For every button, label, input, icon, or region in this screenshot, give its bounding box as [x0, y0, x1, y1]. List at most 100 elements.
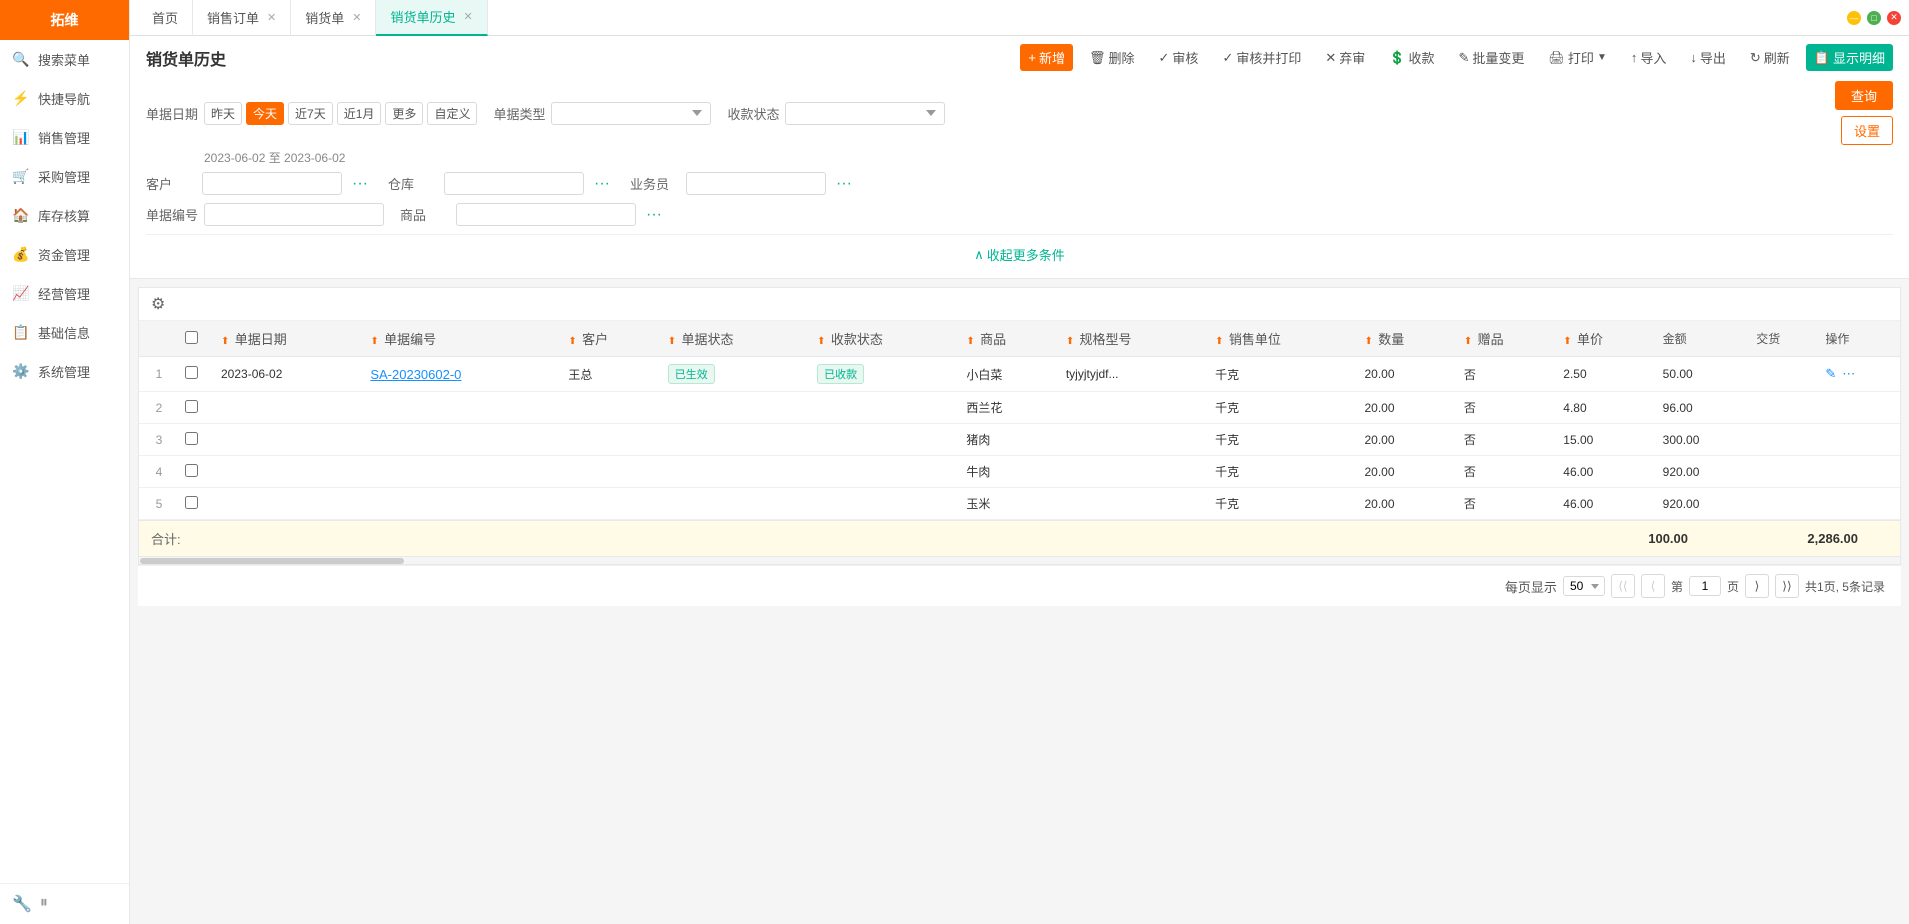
window-minimize-btn[interactable]: —	[1847, 11, 1861, 25]
tab-sales-order-close[interactable]: ✕	[267, 11, 276, 24]
window-controls: — □ ✕	[1847, 11, 1901, 25]
col-spec[interactable]: ⬆ 规格型号	[1060, 321, 1209, 357]
row-1-doc-num[interactable]: SA-20230602-0	[364, 357, 562, 392]
query-button[interactable]: 查询	[1835, 81, 1893, 110]
col-pay-status[interactable]: ⬆ 收款状态	[811, 321, 960, 357]
filter-pay-status-group: 收款状态	[727, 102, 945, 125]
col-doc-status[interactable]: ⬆ 单据状态	[662, 321, 811, 357]
sidebar-item-finance-mgmt-label: 资金管理	[38, 245, 90, 264]
salesperson-ellipsis-btn[interactable]: ···	[832, 175, 856, 193]
goods-input[interactable]	[456, 203, 636, 226]
window-maximize-btn[interactable]: □	[1867, 11, 1881, 25]
goods-ellipsis-btn[interactable]: ···	[642, 206, 666, 224]
row-checkbox-3[interactable]	[179, 424, 215, 456]
col-checkbox-header[interactable]	[179, 321, 215, 357]
col-customer[interactable]: ⬆ 客户	[562, 321, 661, 357]
page-size-select[interactable]: 50	[1563, 576, 1605, 596]
sidebar-item-sales-mgmt[interactable]: 📊 销售管理	[0, 118, 129, 157]
col-unit-price[interactable]: ⬆ 单价	[1557, 321, 1656, 357]
scrollbar-thumb[interactable]	[140, 558, 404, 564]
set-button[interactable]: 设置	[1841, 116, 1893, 145]
sidebar-item-basic-info[interactable]: 📋 基础信息	[0, 313, 129, 352]
row-checkbox-4[interactable]	[179, 456, 215, 488]
doc-type-select[interactable]	[551, 102, 711, 125]
salesperson-input[interactable]	[686, 172, 826, 195]
warehouse-input[interactable]	[444, 172, 584, 195]
col-doc-date[interactable]: ⬆ 单据日期	[215, 321, 364, 357]
window-close-btn[interactable]: ✕	[1887, 11, 1901, 25]
page-num-input[interactable]	[1689, 576, 1721, 596]
row-1-checkbox[interactable]	[185, 366, 198, 379]
row-checkbox-5[interactable]	[179, 488, 215, 520]
filter-customer-group: 客户 ···	[146, 172, 372, 195]
page-label: 第	[1671, 578, 1683, 595]
row-1-doc-status: 已生效	[662, 357, 811, 392]
page-next-btn[interactable]: ⟩	[1745, 574, 1769, 598]
table-settings-icon[interactable]: ⚙	[151, 294, 165, 314]
select-all-checkbox[interactable]	[185, 331, 198, 344]
tab-sales-goods-close[interactable]: ✕	[352, 11, 361, 24]
date-quick-buttons: 昨天 今天 近7天 近1月 更多 自定义	[204, 102, 477, 125]
import-button[interactable]: ↑ 导入	[1623, 44, 1675, 71]
tab-sales-history-close[interactable]: ✕	[464, 10, 473, 23]
row-checkbox-2[interactable]	[179, 392, 215, 424]
sort-icon-doc-num: ⬆	[370, 336, 378, 347]
row-2-checkbox[interactable]	[185, 400, 198, 413]
sidebar-item-ops-mgmt[interactable]: 📈 经营管理	[0, 274, 129, 313]
export-button[interactable]: ↓ 导出	[1682, 44, 1734, 71]
tab-sales-goods[interactable]: 销货单 ✕	[291, 0, 376, 36]
tab-sales-order[interactable]: 销售订单 ✕	[193, 0, 291, 36]
refresh-button[interactable]: ↻ 刷新	[1742, 44, 1798, 71]
print-button[interactable]: 🖨 打印 ▼	[1540, 44, 1614, 71]
customer-ellipsis-btn[interactable]: ···	[348, 175, 372, 193]
show-detail-button[interactable]: 📋 显示明细	[1806, 44, 1893, 71]
sidebar-item-inventory[interactable]: 🏠 库存核算	[0, 196, 129, 235]
date-custom-btn[interactable]: 自定义	[427, 102, 477, 125]
row-checkbox-1[interactable]	[179, 357, 215, 392]
date-yesterday-btn[interactable]: 昨天	[204, 102, 242, 125]
row-1-edit-icon[interactable]: ✎	[1825, 366, 1836, 382]
page-first-btn[interactable]: ⟨⟨	[1611, 574, 1635, 598]
abandon-button[interactable]: ✕ 弃审	[1317, 44, 1373, 71]
row-1-view-icon[interactable]: ⋯	[1842, 366, 1855, 382]
sidebar-item-system-mgmt[interactable]: ⚙️ 系统管理	[0, 352, 129, 391]
sidebar-item-quick-nav[interactable]: ⚡ 快捷导航	[0, 79, 129, 118]
row-1-amount: 50.00	[1657, 357, 1751, 392]
audit-print-button[interactable]: ✓ 审核并打印	[1214, 44, 1309, 71]
sidebar-settings-btn[interactable]: 🔧	[12, 894, 32, 914]
warehouse-ellipsis-btn[interactable]: ···	[590, 175, 614, 193]
col-sales-unit[interactable]: ⬆ 销售单位	[1209, 321, 1358, 357]
collect-button[interactable]: 💲 收款	[1381, 44, 1442, 71]
row-2-goods: 西兰花	[960, 392, 1059, 424]
pay-status-select[interactable]	[785, 102, 945, 125]
row-3-checkbox[interactable]	[185, 432, 198, 445]
date-1month-btn[interactable]: 近1月	[337, 102, 382, 125]
sidebar-item-search-menu[interactable]: 🔍 搜索菜单	[0, 40, 129, 79]
row-3-doc-status	[662, 424, 811, 456]
sidebar-collapse-btn[interactable]: ⏸	[40, 894, 48, 914]
tab-home[interactable]: 首页	[138, 0, 193, 36]
customer-input[interactable]	[202, 172, 342, 195]
add-button[interactable]: + 新增	[1020, 44, 1073, 71]
delete-button[interactable]: 🗑 删除	[1081, 44, 1143, 71]
sidebar-item-purchase-mgmt[interactable]: 🛒 采购管理	[0, 157, 129, 196]
batch-change-button[interactable]: ✎ 批量变更	[1450, 44, 1532, 71]
audit-button[interactable]: ✓ 审核	[1151, 44, 1207, 71]
col-doc-num[interactable]: ⬆ 单据编号	[364, 321, 562, 357]
sidebar-item-finance-mgmt[interactable]: 💰 资金管理	[0, 235, 129, 274]
horizontal-scrollbar[interactable]	[139, 556, 1900, 564]
row-2-sales-unit: 千克	[1209, 392, 1358, 424]
page-prev-btn[interactable]: ⟨	[1641, 574, 1665, 598]
date-today-btn[interactable]: 今天	[246, 102, 284, 125]
filter-collapse-btn[interactable]: ∧ 收起更多条件	[146, 241, 1893, 268]
row-5-checkbox[interactable]	[185, 496, 198, 509]
date-more-btn[interactable]: 更多	[385, 102, 423, 125]
tab-sales-history[interactable]: 销货单历史 ✕	[376, 0, 487, 36]
doc-num-input[interactable]	[204, 203, 384, 226]
page-last-btn[interactable]: ⟩⟩	[1775, 574, 1799, 598]
col-goods[interactable]: ⬆ 商品	[960, 321, 1059, 357]
col-qty[interactable]: ⬆ 数量	[1359, 321, 1458, 357]
row-4-checkbox[interactable]	[185, 464, 198, 477]
date-7days-btn[interactable]: 近7天	[288, 102, 333, 125]
col-gift[interactable]: ⬆ 赠品	[1458, 321, 1557, 357]
